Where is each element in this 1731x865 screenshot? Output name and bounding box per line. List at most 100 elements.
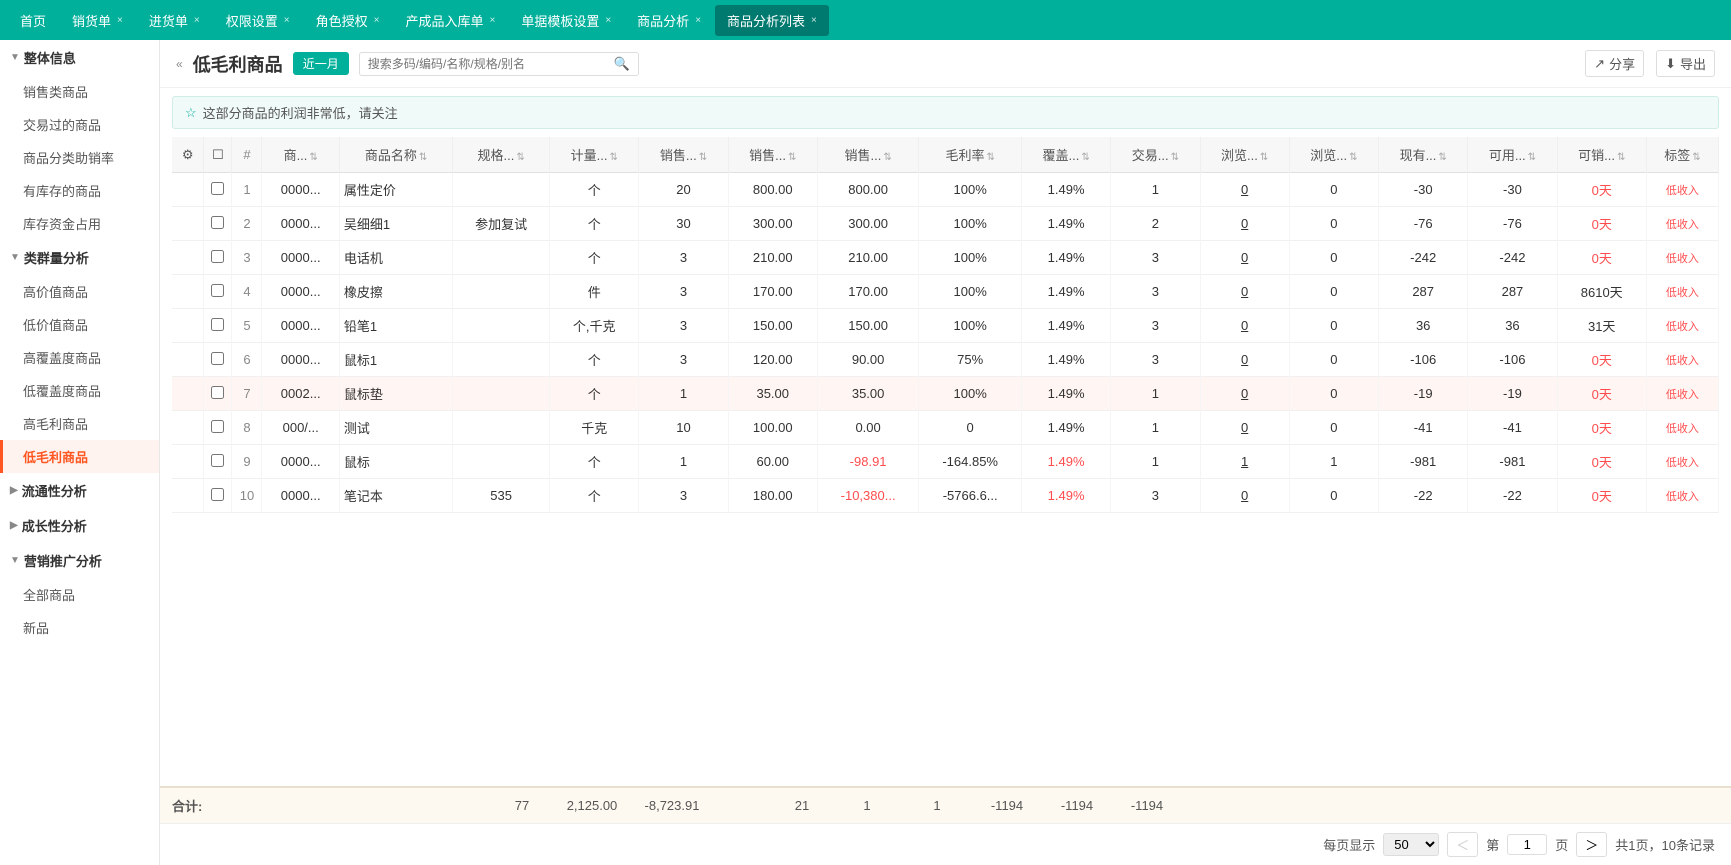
nav-permissions[interactable]: 权限设置 × (214, 5, 302, 36)
col-saleable[interactable]: 可销...⇅ (1557, 137, 1646, 173)
sidebar-group-flow[interactable]: ▶ 流通性分析 (0, 473, 159, 508)
sidebar-item-high-margin[interactable]: 高毛利商品 (0, 407, 159, 440)
nav-role-auth[interactable]: 角色授权 × (304, 5, 392, 36)
trade-link[interactable]: 0 (1241, 182, 1248, 197)
share-button[interactable]: ↗ 分享 (1585, 50, 1644, 77)
col-spec[interactable]: 规格...⇅ (453, 137, 550, 173)
trade-count[interactable]: 0 (1200, 241, 1289, 275)
col-checkbox[interactable]: ☐ (204, 137, 232, 173)
trade-link[interactable]: 0 (1241, 216, 1248, 231)
settings-cell[interactable] (172, 411, 204, 445)
next-page-button[interactable]: ＞ (1576, 832, 1607, 857)
page-input[interactable] (1507, 834, 1547, 855)
checkbox-cell[interactable] (204, 343, 232, 377)
col-gross-pct[interactable]: 毛利率⇅ (919, 137, 1022, 173)
trade-link[interactable]: 0 (1241, 420, 1248, 435)
trade-count[interactable]: 0 (1200, 173, 1289, 207)
search-input[interactable] (368, 57, 608, 71)
per-page-select[interactable]: 50 20 100 (1383, 833, 1439, 856)
trade-link[interactable]: 0 (1241, 250, 1248, 265)
settings-cell[interactable] (172, 173, 204, 207)
settings-cell[interactable] (172, 479, 204, 513)
checkbox-cell[interactable] (204, 377, 232, 411)
sidebar-group-cluster[interactable]: ▼ 类群量分析 (0, 240, 159, 275)
row-checkbox[interactable] (211, 250, 224, 263)
close-icon[interactable]: × (605, 15, 611, 26)
prev-page-button[interactable]: ＜ (1447, 832, 1478, 857)
close-icon[interactable]: × (194, 15, 200, 26)
col-code[interactable]: 商...⇅ (262, 137, 339, 173)
sidebar-item-stock-funds[interactable]: 库存资金占用 (0, 207, 159, 240)
checkbox-cell[interactable] (204, 411, 232, 445)
settings-cell[interactable] (172, 241, 204, 275)
checkbox-cell[interactable] (204, 309, 232, 343)
sidebar-item-high-value[interactable]: 高价值商品 (0, 275, 159, 308)
export-button[interactable]: ⬇ 导出 (1656, 50, 1715, 77)
col-trade[interactable]: 交易...⇅ (1111, 137, 1200, 173)
checkbox-cell[interactable] (204, 445, 232, 479)
row-checkbox[interactable] (211, 182, 224, 195)
row-checkbox[interactable] (211, 488, 224, 501)
sidebar-item-sales-products[interactable]: 销售类商品 (0, 75, 159, 108)
col-coverage[interactable]: 覆盖...⇅ (1021, 137, 1110, 173)
sidebar-collapse-icon[interactable]: « (176, 57, 183, 71)
trade-link[interactable]: 0 (1241, 352, 1248, 367)
sidebar-item-low-coverage[interactable]: 低覆盖度商品 (0, 374, 159, 407)
sidebar-item-low-margin[interactable]: 低毛利商品 (0, 440, 159, 473)
checkbox-cell[interactable] (204, 173, 232, 207)
settings-cell[interactable] (172, 309, 204, 343)
row-checkbox[interactable] (211, 352, 224, 365)
trade-count[interactable]: 0 (1200, 207, 1289, 241)
trade-count[interactable]: 0 (1200, 275, 1289, 309)
close-icon[interactable]: × (489, 15, 495, 26)
row-checkbox[interactable] (211, 284, 224, 297)
sidebar-item-new-products[interactable]: 新品 (0, 611, 159, 644)
col-tag[interactable]: 标签⇅ (1646, 137, 1718, 173)
trade-count[interactable]: 1 (1200, 445, 1289, 479)
sidebar-item-all-products[interactable]: 全部商品 (0, 578, 159, 611)
checkbox-cell[interactable] (204, 275, 232, 309)
checkbox-cell[interactable] (204, 241, 232, 275)
sidebar-group-marketing[interactable]: ▼ 营销推广分析 (0, 543, 159, 578)
filter-recent-month-button[interactable]: 近一月 (293, 52, 349, 75)
trade-count[interactable]: 0 (1200, 343, 1289, 377)
trade-link[interactable]: 0 (1241, 318, 1248, 333)
trade-link[interactable]: 1 (1241, 454, 1248, 469)
row-checkbox[interactable] (211, 216, 224, 229)
sidebar-item-high-coverage[interactable]: 高覆盖度商品 (0, 341, 159, 374)
nav-product-analysis[interactable]: 商品分析 × (625, 5, 713, 36)
col-price[interactable]: 销售...⇅ (728, 137, 817, 173)
trade-count[interactable]: 0 (1200, 411, 1289, 445)
settings-cell[interactable] (172, 445, 204, 479)
sidebar-group-growth[interactable]: ▶ 成长性分析 (0, 508, 159, 543)
checkbox-cell[interactable] (204, 207, 232, 241)
nav-template-settings[interactable]: 单据模板设置 × (509, 5, 623, 36)
col-qty[interactable]: 销售...⇅ (639, 137, 728, 173)
search-icon[interactable]: 🔍 (614, 56, 630, 72)
trade-link[interactable]: 0 (1241, 386, 1248, 401)
nav-product-analysis-list[interactable]: 商品分析列表 × (715, 5, 829, 36)
nav-product-storage[interactable]: 产成品入库单 × (393, 5, 507, 36)
col-settings[interactable]: ⚙ (172, 137, 204, 173)
col-unit[interactable]: 计量...⇅ (550, 137, 639, 173)
col-browse1[interactable]: 浏览...⇅ (1200, 137, 1289, 173)
row-checkbox[interactable] (211, 386, 224, 399)
trade-link[interactable]: 0 (1241, 284, 1248, 299)
sidebar-item-in-stock[interactable]: 有库存的商品 (0, 174, 159, 207)
trade-count[interactable]: 0 (1200, 479, 1289, 513)
settings-cell[interactable] (172, 275, 204, 309)
trade-count[interactable]: 0 (1200, 377, 1289, 411)
close-icon[interactable]: × (695, 15, 701, 26)
col-sale[interactable]: 销售...⇅ (817, 137, 918, 173)
sidebar-item-category-rate[interactable]: 商品分类助销率 (0, 141, 159, 174)
settings-cell[interactable] (172, 377, 204, 411)
nav-sales-order[interactable]: 销货单 × (60, 5, 135, 36)
sidebar-item-traded-products[interactable]: 交易过的商品 (0, 108, 159, 141)
sidebar-group-overall[interactable]: ▼ 整体信息 (0, 40, 159, 75)
sidebar-item-low-value[interactable]: 低价值商品 (0, 308, 159, 341)
row-checkbox[interactable] (211, 420, 224, 433)
row-checkbox[interactable] (211, 454, 224, 467)
row-checkbox[interactable] (211, 318, 224, 331)
close-icon[interactable]: × (374, 15, 380, 26)
trade-count[interactable]: 0 (1200, 309, 1289, 343)
